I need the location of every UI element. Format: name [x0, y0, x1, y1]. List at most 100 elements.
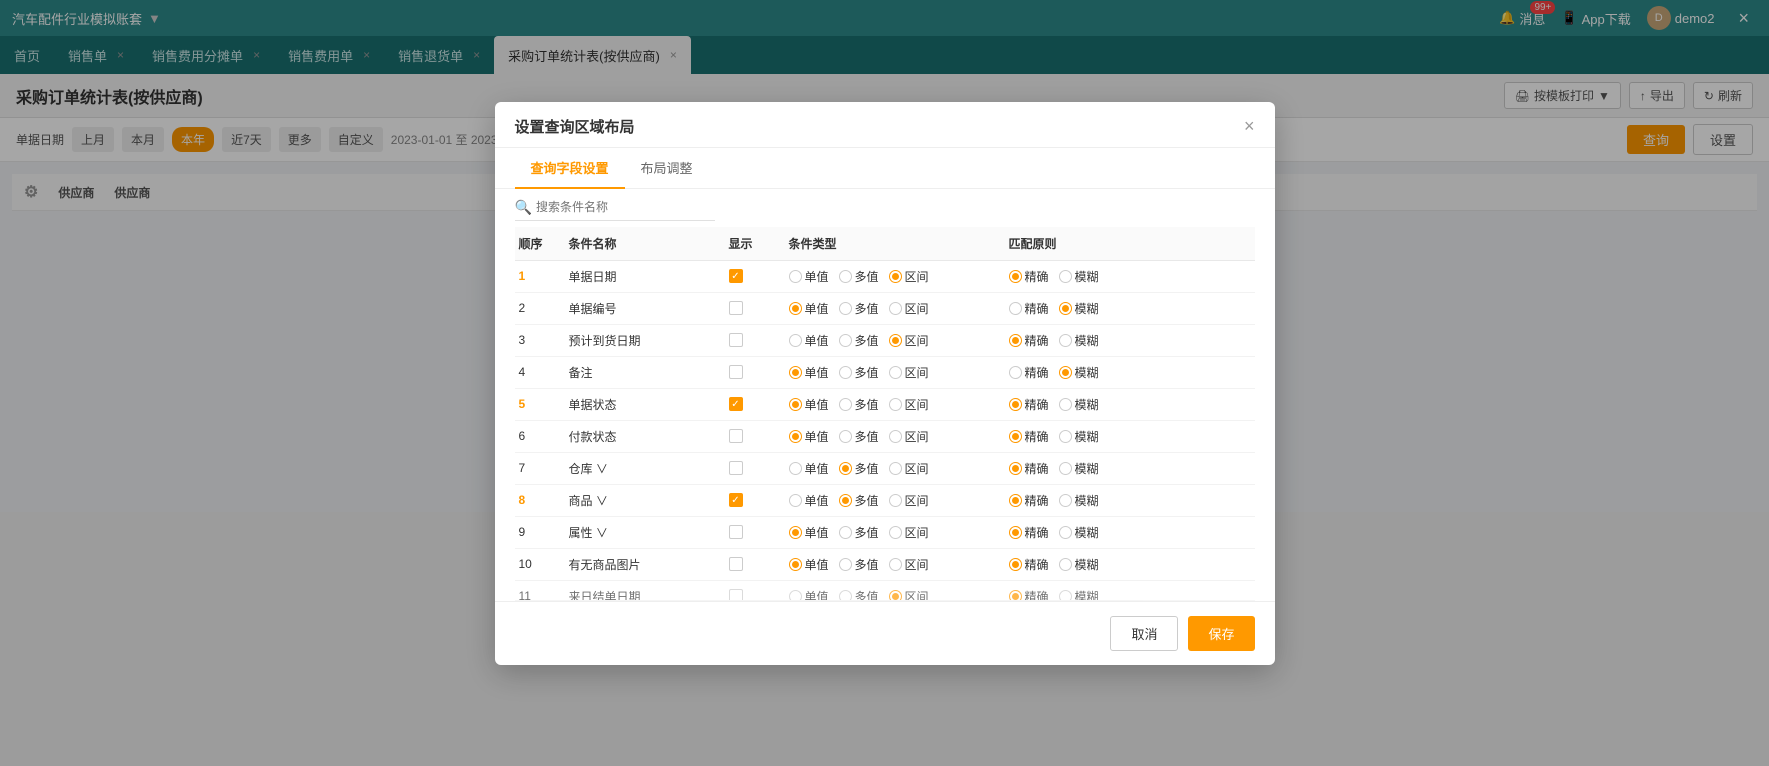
- radio-range-3[interactable]: [889, 334, 902, 347]
- radio-single-10[interactable]: [789, 558, 802, 571]
- radio-multi-11[interactable]: [839, 590, 852, 601]
- type-range-10[interactable]: 区间: [889, 556, 929, 573]
- row-display-5[interactable]: [725, 397, 785, 411]
- radio-multi-9[interactable]: [839, 526, 852, 539]
- type-single-1[interactable]: 单值: [789, 268, 829, 285]
- save-button[interactable]: 保存: [1188, 616, 1254, 651]
- radio-range-7[interactable]: [889, 462, 902, 475]
- radio-single-5[interactable]: [789, 398, 802, 411]
- radio-multi-4[interactable]: [839, 366, 852, 379]
- radio-multi-7[interactable]: [839, 462, 852, 475]
- match-fuzzy-8[interactable]: 模糊: [1059, 492, 1099, 509]
- tab-query-fields[interactable]: 查询字段设置: [515, 148, 625, 189]
- type-single-9[interactable]: 单值: [789, 524, 829, 541]
- type-single-4[interactable]: 单值: [789, 364, 829, 381]
- checkbox-2[interactable]: [729, 301, 743, 315]
- type-multi-9[interactable]: 多值: [839, 524, 879, 541]
- radio-multi-2[interactable]: [839, 302, 852, 315]
- match-fuzzy-3[interactable]: 模糊: [1059, 332, 1099, 349]
- match-fuzzy-7[interactable]: 模糊: [1059, 460, 1099, 477]
- match-fuzzy-4[interactable]: 模糊: [1059, 364, 1099, 381]
- match-exact-4[interactable]: 精确: [1009, 364, 1049, 381]
- type-single-3[interactable]: 单值: [789, 332, 829, 349]
- type-range-3[interactable]: 区间: [889, 332, 929, 349]
- radio-single-11[interactable]: [789, 590, 802, 601]
- radio-exact-4[interactable]: [1009, 366, 1022, 379]
- row-display-3[interactable]: [725, 333, 785, 347]
- checkbox-11[interactable]: [729, 589, 743, 601]
- checkbox-1[interactable]: [729, 269, 743, 283]
- type-range-5[interactable]: 区间: [889, 396, 929, 413]
- type-single-5[interactable]: 单值: [789, 396, 829, 413]
- radio-exact-11[interactable]: [1009, 590, 1022, 601]
- radio-range-11[interactable]: [889, 590, 902, 601]
- type-multi-6[interactable]: 多值: [839, 428, 879, 445]
- checkbox-10[interactable]: [729, 557, 743, 571]
- checkbox-4[interactable]: [729, 365, 743, 379]
- radio-range-5[interactable]: [889, 398, 902, 411]
- checkbox-5[interactable]: [729, 397, 743, 411]
- match-exact-6[interactable]: 精确: [1009, 428, 1049, 445]
- cancel-button[interactable]: 取消: [1110, 616, 1178, 651]
- radio-fuzzy-7[interactable]: [1059, 462, 1072, 475]
- radio-single-6[interactable]: [789, 430, 802, 443]
- type-multi-3[interactable]: 多值: [839, 332, 879, 349]
- radio-range-4[interactable]: [889, 366, 902, 379]
- radio-range-10[interactable]: [889, 558, 902, 571]
- radio-multi-10[interactable]: [839, 558, 852, 571]
- checkbox-8[interactable]: [729, 493, 743, 507]
- tab-layout-adjust[interactable]: 布局调整: [625, 148, 709, 189]
- match-exact-11[interactable]: 精确: [1009, 588, 1049, 601]
- match-exact-8[interactable]: 精确: [1009, 492, 1049, 509]
- type-range-8[interactable]: 区间: [889, 492, 929, 509]
- radio-multi-6[interactable]: [839, 430, 852, 443]
- row-display-7[interactable]: [725, 461, 785, 475]
- radio-exact-7[interactable]: [1009, 462, 1022, 475]
- radio-single-1[interactable]: [789, 270, 802, 283]
- type-multi-10[interactable]: 多值: [839, 556, 879, 573]
- type-single-11[interactable]: 单值: [789, 588, 829, 601]
- radio-fuzzy-3[interactable]: [1059, 334, 1072, 347]
- radio-single-8[interactable]: [789, 494, 802, 507]
- radio-single-2[interactable]: [789, 302, 802, 315]
- row-display-8[interactable]: [725, 493, 785, 507]
- row-display-9[interactable]: [725, 525, 785, 539]
- radio-fuzzy-4[interactable]: [1059, 366, 1072, 379]
- radio-multi-8[interactable]: [839, 494, 852, 507]
- type-single-8[interactable]: 单值: [789, 492, 829, 509]
- dialog-close-button[interactable]: ×: [1244, 117, 1255, 135]
- checkbox-9[interactable]: [729, 525, 743, 539]
- radio-fuzzy-5[interactable]: [1059, 398, 1072, 411]
- radio-multi-3[interactable]: [839, 334, 852, 347]
- match-fuzzy-1[interactable]: 模糊: [1059, 268, 1099, 285]
- type-range-7[interactable]: 区间: [889, 460, 929, 477]
- match-fuzzy-6[interactable]: 模糊: [1059, 428, 1099, 445]
- match-fuzzy-10[interactable]: 模糊: [1059, 556, 1099, 573]
- radio-fuzzy-2[interactable]: [1059, 302, 1072, 315]
- radio-range-2[interactable]: [889, 302, 902, 315]
- radio-fuzzy-8[interactable]: [1059, 494, 1072, 507]
- radio-exact-10[interactable]: [1009, 558, 1022, 571]
- radio-fuzzy-1[interactable]: [1059, 270, 1072, 283]
- type-range-1[interactable]: 区间: [889, 268, 929, 285]
- row-display-1[interactable]: [725, 269, 785, 283]
- match-exact-10[interactable]: 精确: [1009, 556, 1049, 573]
- checkbox-3[interactable]: [729, 333, 743, 347]
- row-display-4[interactable]: [725, 365, 785, 379]
- radio-single-4[interactable]: [789, 366, 802, 379]
- radio-multi-1[interactable]: [839, 270, 852, 283]
- type-multi-4[interactable]: 多值: [839, 364, 879, 381]
- radio-range-1[interactable]: [889, 270, 902, 283]
- match-exact-7[interactable]: 精确: [1009, 460, 1049, 477]
- radio-fuzzy-10[interactable]: [1059, 558, 1072, 571]
- match-exact-1[interactable]: 精确: [1009, 268, 1049, 285]
- radio-single-9[interactable]: [789, 526, 802, 539]
- radio-range-8[interactable]: [889, 494, 902, 507]
- row-display-2[interactable]: [725, 301, 785, 315]
- radio-fuzzy-6[interactable]: [1059, 430, 1072, 443]
- radio-range-9[interactable]: [889, 526, 902, 539]
- type-range-9[interactable]: 区间: [889, 524, 929, 541]
- radio-range-6[interactable]: [889, 430, 902, 443]
- row-display-11[interactable]: [725, 589, 785, 601]
- type-range-6[interactable]: 区间: [889, 428, 929, 445]
